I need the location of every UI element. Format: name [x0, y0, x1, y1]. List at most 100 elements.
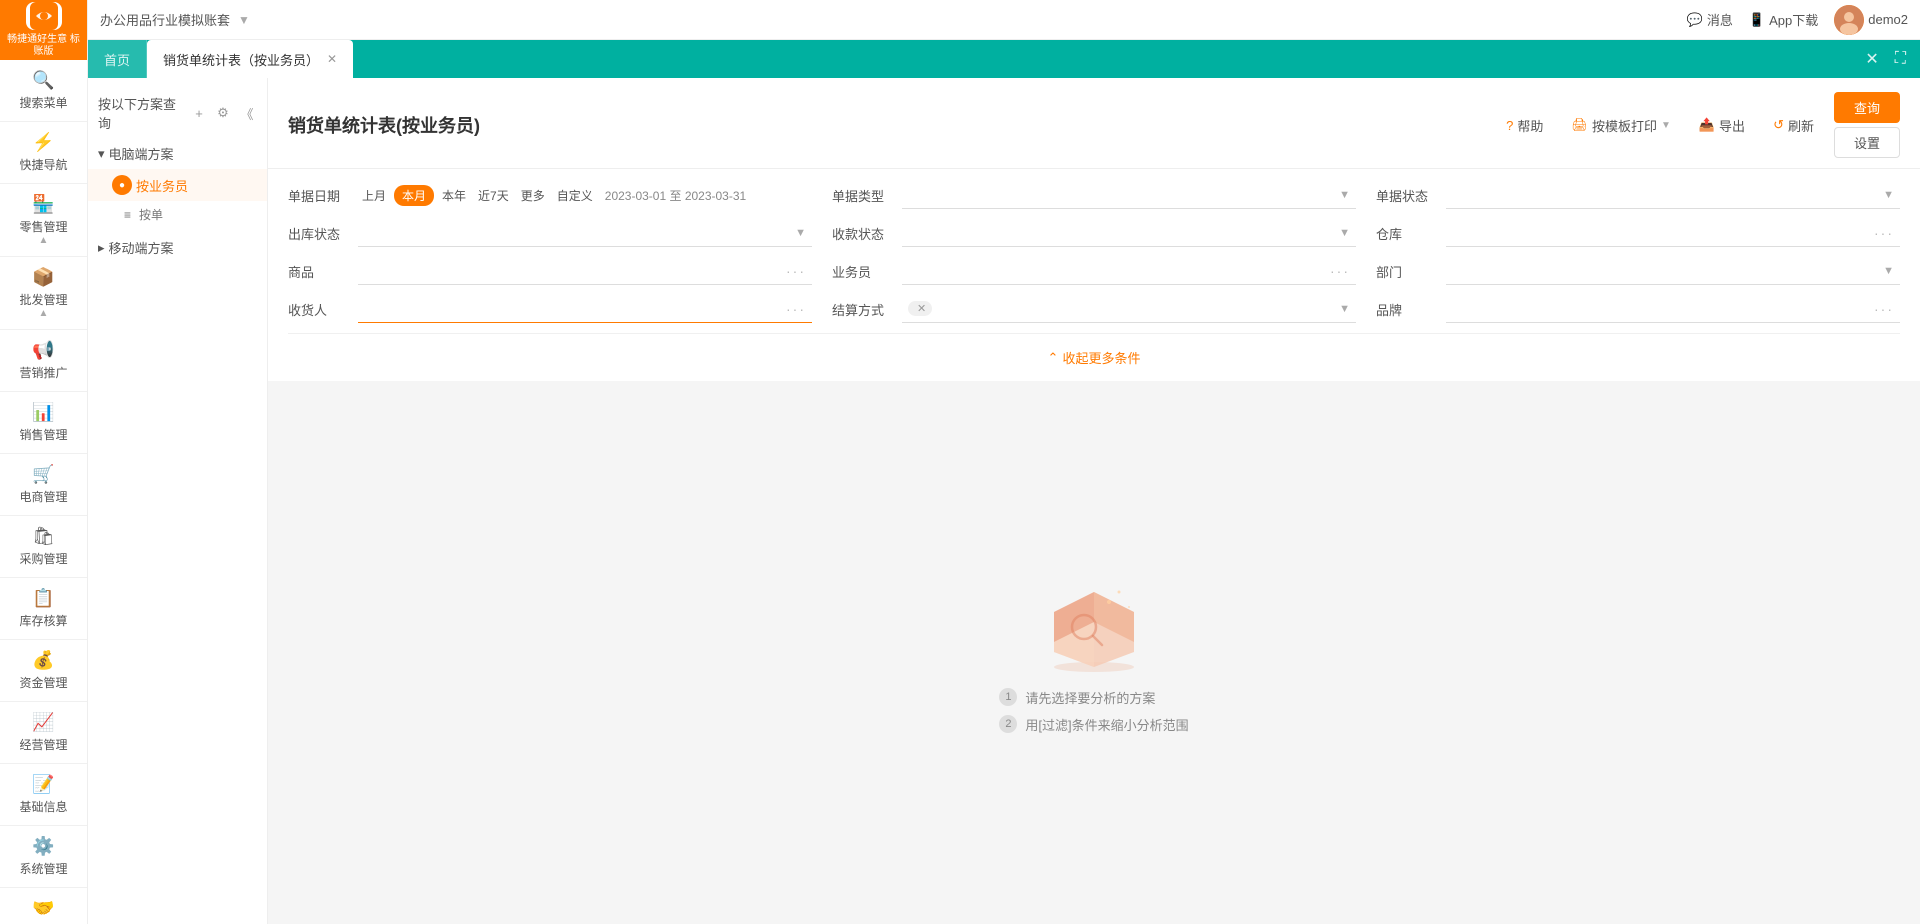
- sidebar-item-purchase[interactable]: 🛍 采购管理: [0, 516, 87, 578]
- collapse-panel-btn[interactable]: 《: [237, 103, 257, 123]
- sidebar-item-sales[interactable]: 📊 销售管理: [0, 392, 87, 454]
- sidebar-item-basic[interactable]: 📝 基础信息: [0, 764, 87, 826]
- filter-row-2: 出库状态 ▼ 收款状态 ▼ 仓库: [288, 219, 1900, 247]
- date-tab-this-year[interactable]: 本年: [438, 185, 470, 206]
- empty-tip-2: 2 用[过滤]条件来缩小分析范围: [999, 715, 1188, 734]
- date-tab-custom[interactable]: 自定义: [553, 185, 597, 206]
- tab-sales-stat[interactable]: 销货单统计表（按业务员） ✕: [147, 40, 353, 78]
- filter-col-brand: 品牌 ···: [1376, 295, 1900, 323]
- tab-sales-stat-label: 销货单统计表（按业务员）: [163, 50, 319, 69]
- sidebar-label-quick-nav: 快捷导航: [19, 156, 67, 173]
- message-label: 消息: [1707, 10, 1733, 29]
- collapse-filter-btn[interactable]: ⌃ 收起更多条件: [1042, 342, 1147, 373]
- export-btn[interactable]: 📤 导出: [1691, 112, 1753, 139]
- app-download-label: App下载: [1769, 10, 1818, 29]
- left-panel-title: 按以下方案查询: [98, 94, 185, 132]
- app-download-btn[interactable]: 📱 App下载: [1749, 10, 1818, 29]
- sidebar-item-finance[interactable]: 💰 资金管理: [0, 640, 87, 702]
- left-panel-header: 按以下方案查询 + ⚙ 《: [88, 88, 267, 138]
- sidebar-item-ecommerce[interactable]: 🛒 电商管理: [0, 454, 87, 516]
- tree-child-salesperson[interactable]: ● 按业务员: [88, 169, 267, 201]
- sidebar-item-retail[interactable]: 🏪 零售管理 ▲: [0, 184, 87, 257]
- marketing-icon: 📢: [32, 340, 54, 361]
- order-type-field[interactable]: ▼: [902, 181, 1356, 209]
- goods-more-icon: ···: [786, 263, 806, 279]
- mobile-scheme-parent[interactable]: ▸ 移动端方案: [88, 232, 267, 263]
- filter-col-receipt-status: 收款状态 ▼: [832, 219, 1356, 247]
- settings-button[interactable]: 设置: [1834, 127, 1900, 158]
- sidebar-label-purchase: 采购管理: [19, 550, 67, 567]
- sidebar-item-enterprise[interactable]: 🤝 企业协同: [0, 888, 87, 924]
- department-field[interactable]: ▼: [1446, 257, 1900, 285]
- left-panel-actions: + ⚙ 《: [189, 103, 257, 123]
- tip-text-1: 请先选择要分析的方案: [1025, 688, 1155, 707]
- sidebar-label-search: 搜索菜单: [19, 94, 67, 111]
- salesperson-field[interactable]: ···: [902, 257, 1356, 285]
- sidebar-item-search[interactable]: 🔍 搜索菜单: [0, 60, 87, 122]
- help-btn[interactable]: ? 帮助: [1498, 112, 1551, 139]
- filter-row-4: 收货人 ··· 结算方式 ✕ ▼: [288, 295, 1900, 323]
- right-btns: 查询 设置: [1834, 92, 1900, 158]
- filter-col-date: 单据日期 上月 本月 本年 近7天 更多 自定义 2023-03-01 至 20…: [288, 185, 812, 206]
- date-tab-last-month[interactable]: 上月: [358, 185, 390, 206]
- tab-bar: 首页 销货单统计表（按业务员） ✕ ✕ ⛶: [88, 40, 1920, 78]
- date-tab-more[interactable]: 更多: [517, 185, 549, 206]
- template-print-btn[interactable]: 🖨 按模板打印 ▼: [1563, 112, 1678, 139]
- content-area: 按以下方案查询 + ⚙ 《 ▾ 电脑端方案: [88, 78, 1920, 924]
- sidebar-item-marketing[interactable]: 📢 营销推广: [0, 330, 87, 392]
- ecommerce-icon: 🛒: [32, 464, 54, 485]
- sidebar-label-marketing: 营销推广: [19, 364, 67, 381]
- filter-col-salesperson: 业务员 ···: [832, 257, 1356, 285]
- empty-illustration: [1034, 572, 1154, 672]
- pc-scheme-parent[interactable]: ▾ 电脑端方案: [88, 138, 267, 169]
- tab-close-icon[interactable]: ✕: [327, 52, 337, 66]
- tree-grandchild-order[interactable]: ≡ 按单: [88, 201, 267, 228]
- goods-field[interactable]: ···: [358, 257, 812, 285]
- sidebar-item-quick-nav[interactable]: ⚡ 快捷导航: [0, 122, 87, 184]
- print-dropdown-icon: ▼: [1661, 120, 1671, 131]
- settlement-field[interactable]: ✕ ▼: [902, 295, 1356, 323]
- top-bar-dropdown-icon[interactable]: ▼: [238, 13, 250, 27]
- department-dropdown-icon: ▼: [1883, 265, 1894, 277]
- warehouse-field[interactable]: ···: [1446, 219, 1900, 247]
- filter-col-goods: 商品 ···: [288, 257, 812, 285]
- out-status-field[interactable]: ▼: [358, 219, 812, 247]
- query-button[interactable]: 查询: [1834, 92, 1900, 123]
- export-label: 导出: [1719, 116, 1745, 135]
- receipt-status-field[interactable]: ▼: [902, 219, 1356, 247]
- settings-scheme-btn[interactable]: ⚙: [213, 103, 233, 123]
- pc-scheme-label: 电脑端方案: [109, 144, 174, 163]
- app-name-label: 畅捷通好生意 标账版: [5, 34, 83, 58]
- sidebar-item-inventory[interactable]: 📋 库存核算: [0, 578, 87, 640]
- pc-scheme-section: ▾ 电脑端方案 ● 按业务员 ≡ 按单: [88, 138, 267, 228]
- wholesale-expand-icon: ▲: [39, 308, 49, 319]
- add-scheme-btn[interactable]: +: [189, 103, 209, 123]
- template-print-label: 按模板打印: [1592, 116, 1657, 135]
- refresh-icon: ↺: [1773, 117, 1784, 133]
- sidebar-label-basic: 基础信息: [19, 798, 67, 815]
- top-bar: 办公用品行业模拟账套 ▼ 💬 消息 📱 App下载 demo2: [88, 0, 1920, 40]
- consignee-field[interactable]: ···: [358, 295, 812, 323]
- tab-fullscreen-btn[interactable]: ⛶: [1891, 46, 1910, 72]
- tab-home[interactable]: 首页: [88, 40, 147, 78]
- message-btn[interactable]: 💬 消息: [1687, 10, 1733, 29]
- collapse-arrow-icon: ⌃: [1048, 350, 1059, 366]
- sidebar-item-wholesale[interactable]: 📦 批发管理 ▲: [0, 257, 87, 330]
- export-icon: 📤: [1699, 117, 1715, 133]
- date-tab-this-month[interactable]: 本月: [394, 185, 434, 206]
- order-status-field[interactable]: ▼: [1446, 181, 1900, 209]
- filter-col-order-type: 单据类型 ▼: [832, 181, 1356, 209]
- tab-home-label: 首页: [104, 50, 130, 69]
- sidebar-item-operation[interactable]: 📈 经营管理: [0, 702, 87, 764]
- settlement-clear-btn[interactable]: ✕: [917, 302, 926, 315]
- brand-field[interactable]: ···: [1446, 295, 1900, 323]
- refresh-btn[interactable]: ↺ 刷新: [1765, 112, 1822, 139]
- mobile-scheme-label: 移动端方案: [109, 238, 174, 257]
- collapse-panel-icon: 《: [240, 104, 253, 123]
- date-tab-last-7[interactable]: 近7天: [474, 185, 513, 206]
- sidebar-label-sales: 销售管理: [19, 426, 67, 443]
- user-menu-btn[interactable]: demo2: [1834, 5, 1908, 35]
- tab-close-window-btn[interactable]: ✕: [1861, 45, 1882, 73]
- sidebar-item-system[interactable]: ⚙️ 系统管理: [0, 826, 87, 888]
- enterprise-icon: 🤝: [32, 898, 54, 919]
